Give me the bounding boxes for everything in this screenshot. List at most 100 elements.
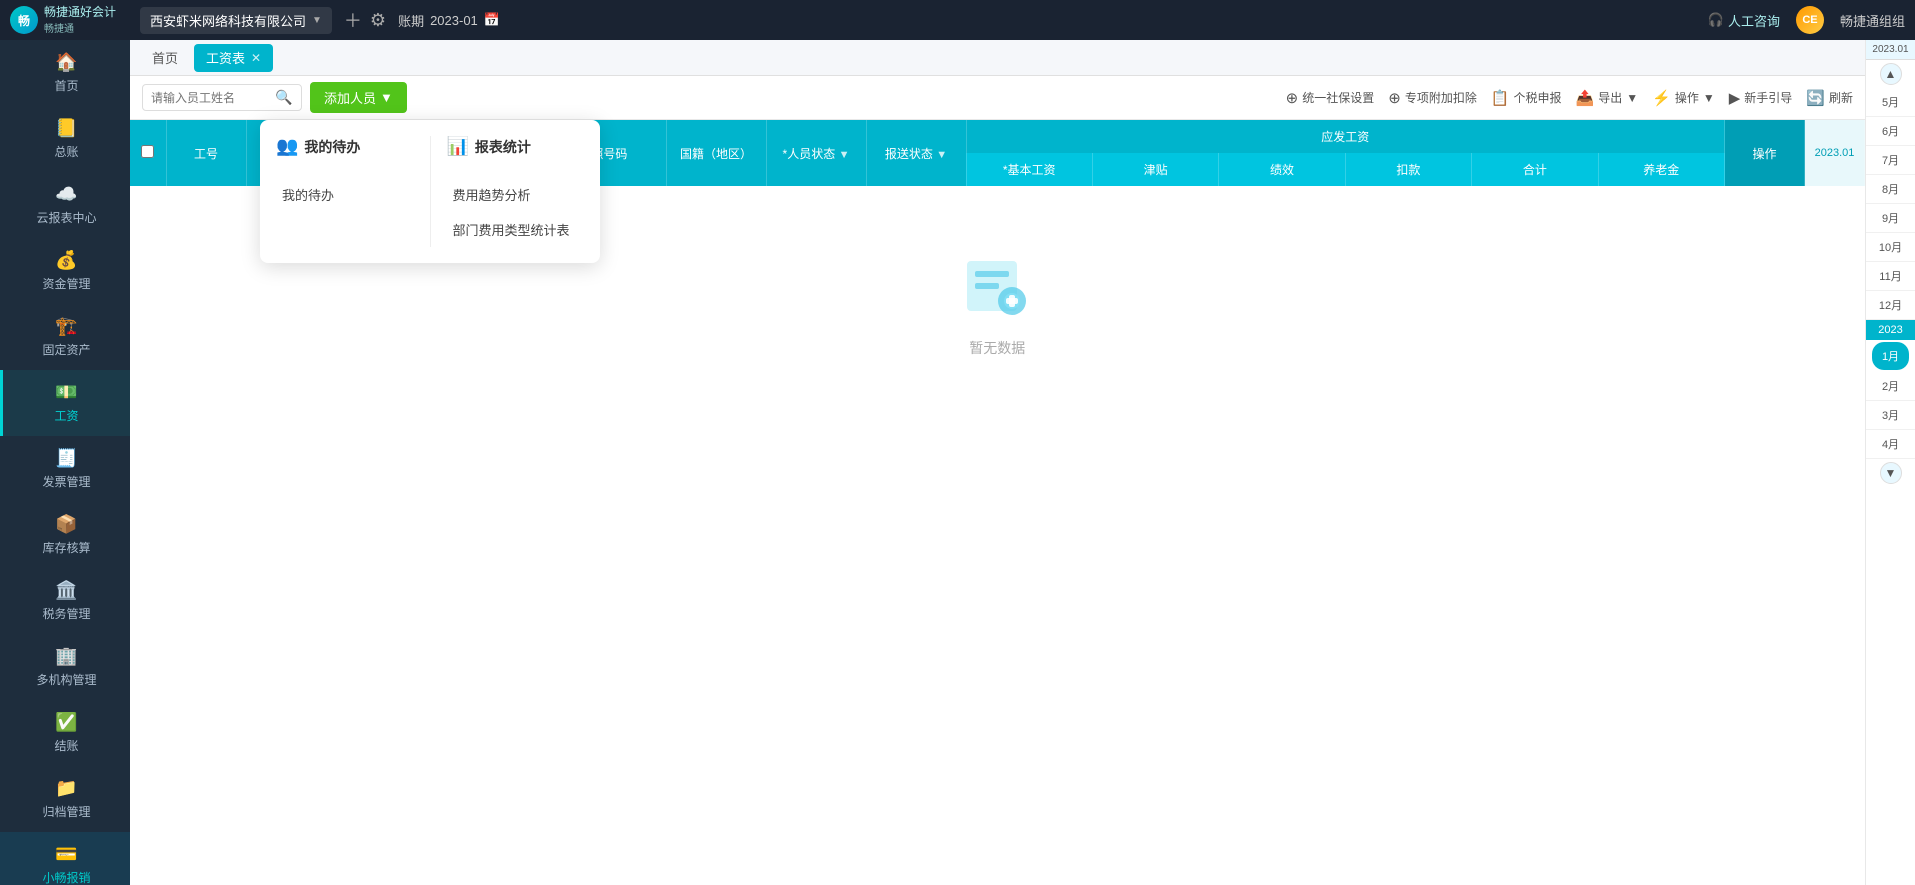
dropdown-item-dept-cost[interactable]: 部门费用类型统计表: [447, 212, 585, 247]
sidebar-item-invoice[interactable]: 🧾 发票管理: [0, 436, 130, 502]
dropdown-divider: [430, 136, 431, 247]
tab-payroll-close-icon[interactable]: ✕: [251, 51, 261, 65]
col-basic-header: *基本工资: [966, 153, 1092, 186]
sidebar-label-fund: 资金管理: [42, 275, 90, 292]
app-sub: 畅捷通: [44, 20, 116, 35]
sidebar-label-cloud-report: 云报表中心: [36, 209, 96, 226]
search-icon[interactable]: 🔍: [275, 89, 292, 106]
timeline-month-3[interactable]: 3月: [1866, 401, 1915, 430]
top-bar: 畅 畅捷通好会计 畅捷通 西安虾米网络科技有限公司 ▼ ＋ ⚙ 账期 2023-…: [0, 0, 1915, 40]
search-input[interactable]: [151, 91, 271, 105]
new-guide-btn[interactable]: ▶ 新手引导: [1729, 89, 1793, 107]
timeline-month-1[interactable]: 1月: [1872, 342, 1909, 370]
tab-bar: 首页 工资表 ✕: [130, 40, 1865, 76]
tab-home[interactable]: 首页: [140, 44, 190, 72]
sidebar-item-general-ledger[interactable]: 📒 总账: [0, 106, 130, 172]
send-filter-icon[interactable]: ▼: [936, 149, 947, 161]
special-deduction-btn[interactable]: ⊕ 专项附加扣除: [1388, 89, 1477, 107]
timeline-month-8[interactable]: 8月: [1866, 175, 1915, 204]
sidebar-item-tax[interactable]: 🏛️ 税务管理: [0, 568, 130, 634]
timeline-month-4[interactable]: 4月: [1866, 430, 1915, 459]
sidebar-item-cloud-report[interactable]: ☁️ 云报表中心: [0, 172, 130, 238]
sidebar-label-tax: 税务管理: [42, 605, 90, 622]
sidebar-item-fund[interactable]: 💰 资金管理: [0, 238, 130, 304]
sidebar-item-home[interactable]: 🏠 首页: [0, 40, 130, 106]
company-dropdown-arrow: ▼: [312, 15, 322, 26]
calendar-icon[interactable]: 📅: [484, 12, 500, 28]
empty-text: 暂无数据: [969, 338, 1025, 358]
dropdown-col1-title-text: 我的待办: [304, 137, 360, 157]
dropdown-col-2: 📊 报表统计 费用趋势分析 部门费用类型统计表: [447, 136, 585, 247]
sidebar-item-multi-org[interactable]: 🏢 多机构管理: [0, 634, 130, 700]
sidebar-item-settlement[interactable]: ✅ 结账: [0, 700, 130, 766]
timeline-month-7[interactable]: 7月: [1866, 146, 1915, 175]
timeline-month-11[interactable]: 11月: [1866, 262, 1915, 291]
operations-dropdown-icon: ▼: [1703, 91, 1715, 105]
col-status-header[interactable]: *人员状态 ▼: [766, 120, 866, 186]
add-person-button[interactable]: 添加人员 ▼: [310, 82, 407, 113]
guide-btn-icon: ▶: [1729, 89, 1741, 107]
logo-area: 畅 畅捷通好会计 畅捷通: [10, 5, 130, 36]
sidebar-item-fixed-assets[interactable]: 🏗️ 固定资产: [0, 304, 130, 370]
refresh-btn[interactable]: 🔄 刷新: [1806, 89, 1853, 107]
timeline-month-10[interactable]: 10月: [1866, 233, 1915, 262]
dropdown-item-cost-trend[interactable]: 费用趋势分析: [447, 177, 585, 212]
sidebar-label-fixed-assets: 固定资产: [42, 341, 90, 358]
sidebar-label-inventory: 库存核算: [42, 539, 90, 556]
company-name: 西安虾米网络科技有限公司: [150, 11, 306, 30]
timeline-month-5[interactable]: 5月: [1866, 88, 1915, 117]
logo-text-block: 畅捷通好会计 畅捷通: [44, 5, 116, 36]
tax-report-icon: 📋: [1491, 89, 1510, 107]
timeline-nav-up[interactable]: ▲: [1880, 63, 1902, 85]
user-name[interactable]: 畅捷通组组: [1840, 11, 1905, 30]
col-send-label: 报送状态: [885, 147, 933, 161]
tax-icon: 🏛️: [55, 580, 77, 601]
tab-payroll[interactable]: 工资表 ✕: [194, 44, 273, 72]
add-person-label: 添加人员: [324, 88, 376, 107]
support-button[interactable]: 🎧 人工咨询: [1708, 11, 1780, 30]
timeline-month-9[interactable]: 9月: [1866, 204, 1915, 233]
tab-payroll-label: 工资表: [206, 48, 245, 67]
select-all-checkbox[interactable]: [141, 145, 154, 158]
toolbar: 🔍 添加人员 ▼ ⊕ 统一社保设置 ⊕ 专项附加扣除 📋 个税申报: [130, 76, 1865, 120]
timeline-nav-down[interactable]: ▼: [1880, 462, 1902, 484]
user-avatar: CE: [1796, 6, 1824, 34]
sidebar-label-invoice: 发票管理: [42, 473, 90, 490]
export-icon: 📤: [1576, 89, 1595, 107]
sidebar-item-payroll[interactable]: 💵 工资: [0, 370, 130, 436]
add-person-dropdown-icon: ▼: [380, 90, 393, 105]
timeline-month-12[interactable]: 12月: [1866, 291, 1915, 320]
col-send-header[interactable]: 报送状态 ▼: [866, 120, 966, 186]
social-insurance-label: 统一社保设置: [1302, 89, 1374, 106]
settings-icon[interactable]: ⚙: [370, 10, 386, 31]
sidebar-label-payroll: 工资: [54, 407, 78, 424]
export-label: 导出: [1598, 89, 1622, 106]
operations-label: 操作: [1675, 89, 1699, 106]
timeline-month-2[interactable]: 2月: [1866, 372, 1915, 401]
sidebar-item-xiaochang[interactable]: 💳 小畅报销 ◀: [0, 832, 130, 885]
tab-home-label: 首页: [152, 48, 178, 67]
timeline-month-6[interactable]: 6月: [1866, 117, 1915, 146]
home-icon: 🏠: [55, 52, 77, 73]
add-icon[interactable]: ＋: [344, 7, 362, 33]
company-selector[interactable]: 西安虾米网络科技有限公司 ▼: [140, 7, 332, 34]
sidebar-label-archive: 归档管理: [42, 803, 90, 820]
sidebar-item-inventory[interactable]: 📦 库存核算: [0, 502, 130, 568]
right-timeline: 2023.01 ▲ 5月 6月 7月 8月 9月 10月 11月 12月 202…: [1865, 40, 1915, 885]
settlement-icon: ✅: [55, 712, 77, 733]
support-label: 人工咨询: [1728, 11, 1780, 30]
status-filter-icon[interactable]: ▼: [839, 149, 850, 161]
new-guide-btn-label: 新手引导: [1744, 89, 1792, 106]
col-deduct-header: 扣款: [1345, 153, 1471, 186]
col-check-header: [130, 120, 166, 186]
invoice-icon: 🧾: [55, 448, 77, 469]
sidebar-item-archive[interactable]: 📁 归档管理: [0, 766, 130, 832]
sidebar-label-settlement: 结账: [54, 737, 78, 754]
operations-btn[interactable]: ⚡ 操作 ▼: [1652, 89, 1715, 107]
dropdown-item-my-todo[interactable]: 我的待办: [276, 177, 414, 212]
export-btn[interactable]: 📤 导出 ▼: [1576, 89, 1639, 107]
dropdown-col2-icon: 📊: [447, 136, 469, 157]
export-dropdown-icon: ▼: [1626, 91, 1638, 105]
tax-report-btn[interactable]: 📋 个税申报: [1491, 89, 1562, 107]
social-insurance-btn[interactable]: ⊕ 统一社保设置: [1286, 89, 1375, 107]
